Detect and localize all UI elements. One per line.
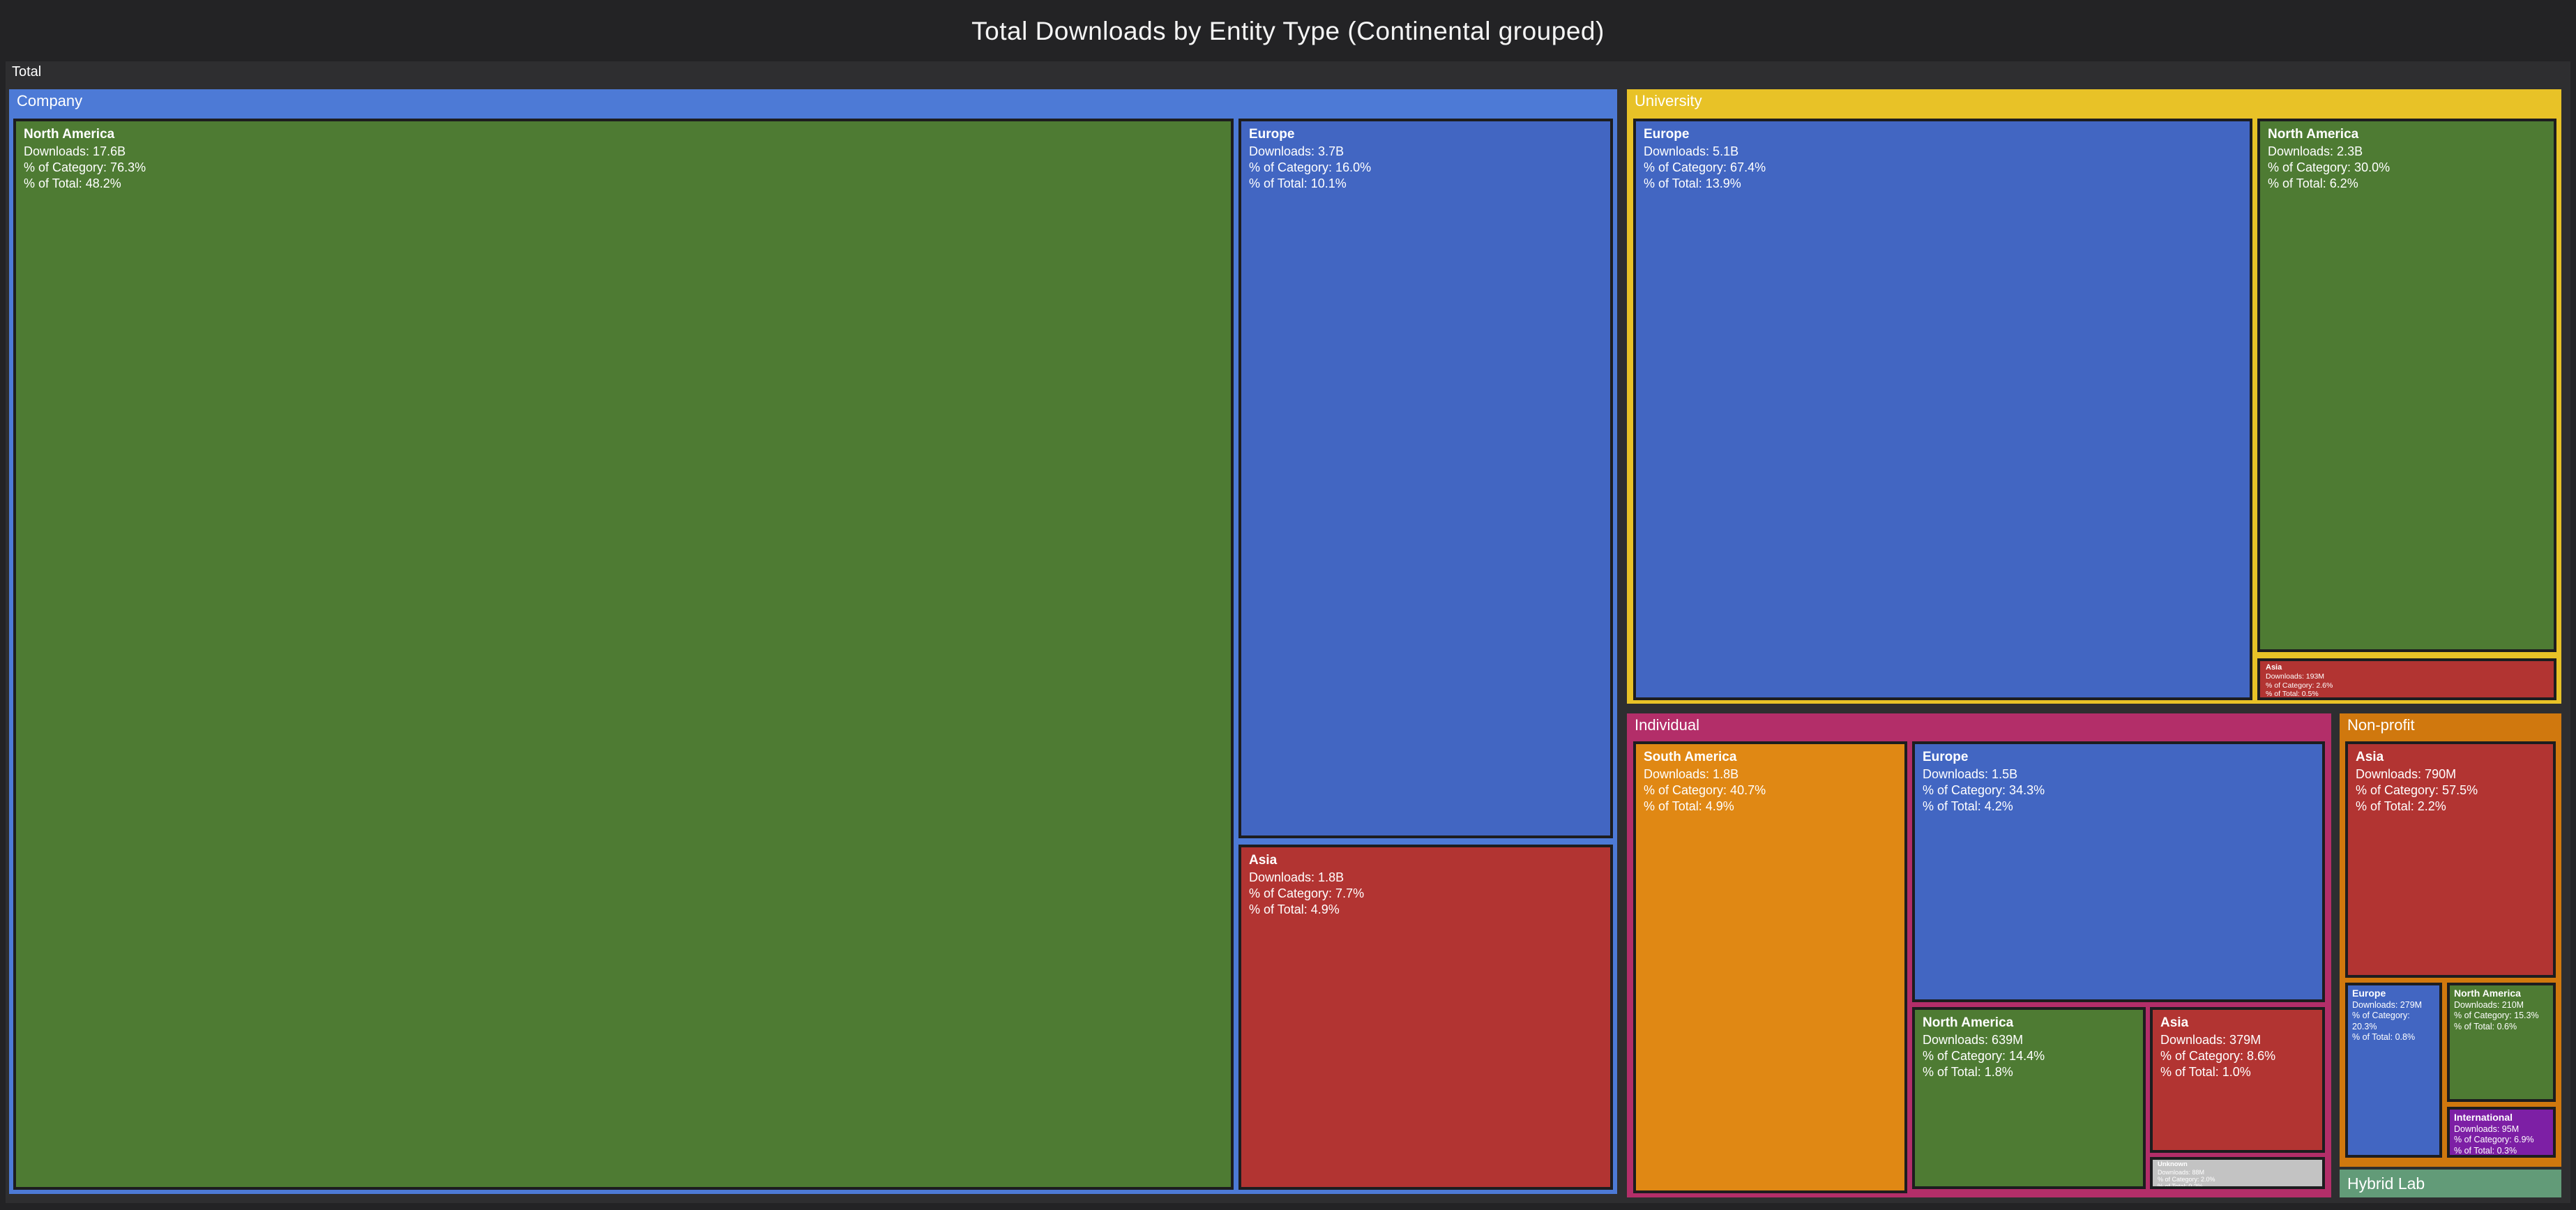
category-company-label: Company <box>17 92 83 109</box>
tile-company-north-america[interactable]: North America Downloads: 17.6B % of Cate… <box>13 119 1234 1190</box>
tile-non-profit-europe[interactable]: Europe Downloads: 279M % of Category: 20… <box>2345 983 2442 1158</box>
tile-region-name: Asia <box>2356 750 2384 764</box>
tile-downloads: Downloads: 17.6B <box>24 144 126 158</box>
tile-university-asia[interactable]: Asia Downloads: 193M % of Category: 2.6%… <box>2257 658 2556 700</box>
tile-pct-category: % of Category: 2.6% <box>2266 681 2333 690</box>
tile-pct-total: % of Total: 4.9% <box>1644 799 1734 814</box>
tile-pct-total: % of Total: 48.2% <box>24 176 121 191</box>
category-individual-label: Individual <box>1635 716 1699 734</box>
tile-pct-total: % of Total: 13.9% <box>1644 176 1741 191</box>
category-individual-body: South America Downloads: 1.8B % of Categ… <box>1630 737 2328 1194</box>
tile-pct-category: % of Category: 57.5% <box>2356 783 2478 798</box>
tile-pct-total: % of Total: 10.1% <box>1249 176 1347 191</box>
tile-pct-category: % of Category: 20.3% <box>2352 1011 2410 1031</box>
root-label: Total <box>12 64 42 80</box>
tile-pct-category: % of Category: 2.0% <box>2158 1175 2215 1183</box>
tile-pct-total: % of Total: 0.8% <box>2352 1032 2416 1043</box>
tile-individual-europe[interactable]: Europe Downloads: 1.5B % of Category: 34… <box>1912 741 2325 1002</box>
tile-downloads: Downloads: 279M <box>2352 999 2423 1010</box>
tile-downloads: Downloads: 1.5B <box>1923 766 2018 781</box>
tile-downloads: Downloads: 1.8B <box>1249 870 1344 884</box>
tile-pct-total: % of Total: 0.3% <box>2454 1145 2517 1156</box>
tile-pct-total: % of Total: 4.2% <box>1923 799 2013 814</box>
treemap-canvas: Company North America Downloads: 17.6B %… <box>6 84 2570 1203</box>
tile-non-profit-international[interactable]: International Downloads: 95M % of Catego… <box>2447 1107 2556 1158</box>
category-non-profit-label: Non-profit <box>2347 716 2415 734</box>
category-hybrid-lab-label: Hybrid Lab <box>2347 1174 2425 1193</box>
tile-pct-total: % of Total: 0.2% <box>2158 1182 2203 1189</box>
category-individual[interactable]: Individual South America Downloads: 1.8B… <box>1627 713 2331 1197</box>
tile-pct-total: % of Total: 1.0% <box>2160 1065 2251 1080</box>
tile-pct-category: % of Category: 6.9% <box>2454 1135 2534 1145</box>
tile-non-profit-asia[interactable]: Asia Downloads: 790M % of Category: 57.5… <box>2345 741 2556 978</box>
tile-pct-category: % of Category: 8.6% <box>2160 1049 2276 1064</box>
tile-region-name: Asia <box>1249 853 1278 868</box>
tile-individual-north-america[interactable]: North America Downloads: 639M % of Categ… <box>1912 1007 2146 1189</box>
tile-pct-total: % of Total: 2.2% <box>2356 799 2446 814</box>
tile-company-asia[interactable]: Asia Downloads: 1.8B % of Category: 7.7%… <box>1238 845 1613 1190</box>
tile-region-name: North America <box>24 127 115 142</box>
tile-pct-total: % of Total: 1.8% <box>1923 1065 2013 1080</box>
category-university[interactable]: University Europe Downloads: 5.1B % of C… <box>1627 89 2561 704</box>
category-university-body: Europe Downloads: 5.1B % of Category: 67… <box>1630 113 2558 700</box>
tile-pct-total: % of Total: 0.5% <box>2266 690 2319 699</box>
tile-region-name: South America <box>1644 750 1737 764</box>
tile-downloads: Downloads: 1.8B <box>1644 766 1739 781</box>
tile-downloads: Downloads: 5.1B <box>1644 144 1739 158</box>
tile-downloads: Downloads: 210M <box>2454 999 2524 1010</box>
tile-region-name: Europe <box>1644 127 1690 142</box>
tile-region-name: International <box>2454 1112 2513 1123</box>
tile-pct-total: % of Total: 4.9% <box>1249 902 1340 917</box>
tile-pct-total: % of Total: 0.6% <box>2454 1021 2517 1031</box>
tile-region-name: Europe <box>1923 750 1969 764</box>
tile-pct-category: % of Category: 30.0% <box>2268 160 2391 175</box>
tile-region-name: Asia <box>2160 1015 2189 1030</box>
tile-non-profit-north-america[interactable]: North America Downloads: 210M % of Categ… <box>2447 983 2556 1102</box>
tile-pct-category: % of Category: 40.7% <box>1644 783 1766 798</box>
tile-region-name: Asia <box>2266 663 2282 672</box>
tile-pct-category: % of Category: 76.3% <box>24 160 146 175</box>
tile-individual-asia[interactable]: Asia Downloads: 379M % of Category: 8.6%… <box>2150 1007 2325 1153</box>
tile-downloads: Downloads: 3.7B <box>1249 144 1344 158</box>
treemap-page: Total Downloads by Entity Type (Continen… <box>0 0 2576 1210</box>
tile-downloads: Downloads: 95M <box>2454 1124 2520 1134</box>
tile-region-name: Europe <box>2352 988 2386 999</box>
tile-pct-category: % of Category: 67.4% <box>1644 160 1766 175</box>
tile-university-north-america[interactable]: North America Downloads: 2.3B % of Categ… <box>2257 119 2556 652</box>
tile-pct-category: % of Category: 15.3% <box>2454 1011 2539 1021</box>
root-container: Total Company North America Downloads: 1… <box>6 61 2570 1203</box>
tile-region-name: North America <box>1923 1015 2014 1030</box>
tile-individual-unknown[interactable]: Unknown Downloads: 88M % of Category: 2.… <box>2150 1157 2325 1189</box>
tile-region-name: Unknown <box>2158 1160 2188 1168</box>
category-non-profit[interactable]: Non-profit Asia Downloads: 790M % of Cat… <box>2340 713 2561 1167</box>
tile-pct-category: % of Category: 14.4% <box>1923 1049 2045 1064</box>
category-hybrid-lab[interactable]: Hybrid Lab <box>2340 1170 2561 1197</box>
tile-downloads: Downloads: 193M <box>2266 672 2325 681</box>
tile-downloads: Downloads: 379M <box>2160 1032 2261 1047</box>
tile-downloads: Downloads: 88M <box>2158 1168 2205 1176</box>
category-company-body: North America Downloads: 17.6B % of Cate… <box>13 113 1614 1190</box>
tile-region-name: Europe <box>1249 127 1295 142</box>
tile-downloads: Downloads: 790M <box>2356 766 2457 781</box>
tile-region-name: North America <box>2454 988 2521 999</box>
tile-pct-category: % of Category: 34.3% <box>1923 783 2045 798</box>
tile-downloads: Downloads: 639M <box>1923 1032 2024 1047</box>
category-university-label: University <box>1635 92 1702 109</box>
chart-title: Total Downloads by Entity Type (Continen… <box>971 17 1605 45</box>
category-non-profit-body: Asia Downloads: 790M % of Category: 57.5… <box>2343 737 2558 1163</box>
tile-pct-category: % of Category: 16.0% <box>1249 160 1372 175</box>
tile-pct-total: % of Total: 6.2% <box>2268 176 2358 191</box>
tile-downloads: Downloads: 2.3B <box>2268 144 2363 158</box>
tile-company-europe[interactable]: Europe Downloads: 3.7B % of Category: 16… <box>1238 119 1613 838</box>
category-company[interactable]: Company North America Downloads: 17.6B %… <box>9 89 1617 1194</box>
tile-region-name: North America <box>2268 127 2359 142</box>
tile-university-europe[interactable]: Europe Downloads: 5.1B % of Category: 67… <box>1633 119 2252 700</box>
tile-pct-category: % of Category: 7.7% <box>1249 886 1365 901</box>
tile-individual-south-america[interactable]: South America Downloads: 1.8B % of Categ… <box>1633 741 1907 1193</box>
